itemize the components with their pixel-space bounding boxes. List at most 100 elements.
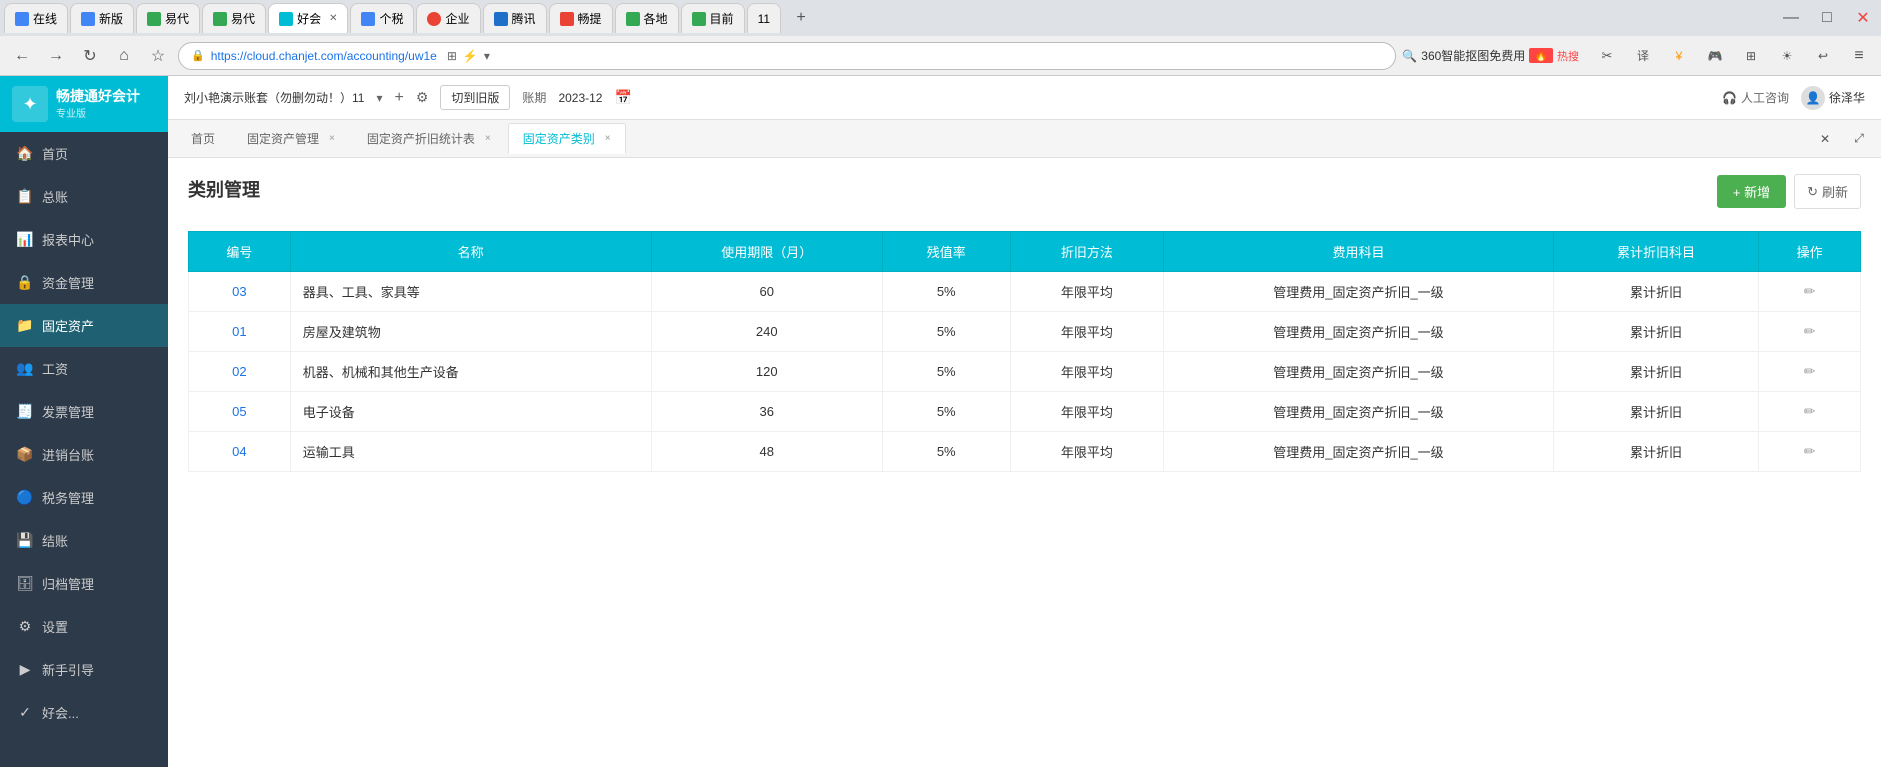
guide-icon: ▶ <box>16 661 34 679</box>
url-expand-icon[interactable]: ▾ <box>484 49 490 63</box>
reports-icon: 📊 <box>16 231 34 249</box>
game-button[interactable]: 🎮 <box>1701 42 1729 70</box>
sidebar-item-settings[interactable]: ⚙ 设置 <box>0 605 168 648</box>
back-button[interactable]: ← <box>8 42 36 70</box>
cell-rate-4: 5% <box>882 432 1010 472</box>
new-tab-button[interactable]: + <box>787 4 815 32</box>
tab-home[interactable]: 首页 <box>176 123 230 154</box>
tab-fixed-asset-mgmt[interactable]: 固定资产管理 × <box>232 123 350 154</box>
cell-action-3: ✏ <box>1759 392 1861 432</box>
archive-icon: 🗄 <box>16 575 34 593</box>
sidebar-item-inventory[interactable]: 📦 进销台账 <box>0 433 168 476</box>
dropdown-icon[interactable]: ▾ <box>376 91 382 105</box>
payroll-icon: 👥 <box>16 360 34 378</box>
panel-close-button[interactable]: ✕ <box>1811 125 1839 153</box>
headset-icon: 🎧 <box>1722 91 1737 105</box>
panel-expand-button[interactable]: ⤢ <box>1845 125 1873 153</box>
cell-method-0: 年限平均 <box>1010 272 1164 312</box>
sidebar-item-invoice[interactable]: 🧾 发票管理 <box>0 390 168 433</box>
close-window-button[interactable]: ✕ <box>1849 4 1877 32</box>
tab-close-asset-category[interactable]: × <box>605 133 611 144</box>
settings-gear-icon[interactable]: ⚙ <box>416 89 429 106</box>
browser-tab-9[interactable]: 各地 <box>615 3 679 33</box>
inventory-icon: 📦 <box>16 446 34 464</box>
home-button[interactable]: ⌂ <box>110 42 138 70</box>
scissors-button[interactable]: ✂ <box>1593 42 1621 70</box>
cell-expense-1: 管理费用_固定资产折旧_一级 <box>1164 312 1554 352</box>
add-button[interactable]: + 新增 <box>1717 175 1786 208</box>
minimize-button[interactable]: — <box>1777 4 1805 32</box>
translate-button[interactable]: 译 <box>1629 42 1657 70</box>
edit-icon-3[interactable]: ✏ <box>1804 403 1816 419</box>
user-avatar[interactable]: 👤 徐泽华 <box>1801 86 1865 110</box>
sidebar-label-payroll: 工资 <box>42 359 68 378</box>
url-text: https://cloud.chanjet.com/accounting/uw1… <box>211 49 437 63</box>
undo-button[interactable]: ↩ <box>1809 42 1837 70</box>
search-area[interactable]: 🔍 360智能抠图免费用 🔥 热搜 <box>1402 47 1579 64</box>
tab-depreciation-table[interactable]: 固定资产折旧统计表 × <box>352 123 506 154</box>
sidebar-item-other[interactable]: ✓ 好会... <box>0 691 168 734</box>
cell-accum-0: 累计折旧 <box>1553 272 1758 312</box>
tab-close-fixed-asset-mgmt[interactable]: × <box>329 133 335 144</box>
cell-name-3: 电子设备 <box>290 392 651 432</box>
sidebar-item-funds[interactable]: 🔒 资金管理 <box>0 261 168 304</box>
browser-tab-4[interactable]: 好会 ✕ <box>268 3 348 33</box>
browser-tab-2[interactable]: 易代 <box>136 3 200 33</box>
sidebar-label-guide: 新手引导 <box>42 660 94 679</box>
cell-expense-2: 管理费用_固定资产折旧_一级 <box>1164 352 1554 392</box>
hot-search-badge: 🔥 <box>1529 48 1553 63</box>
logo-text-block: 畅捷通好会计 专业版 <box>56 88 140 120</box>
cell-code-3: 05 <box>189 392 291 432</box>
sidebar-item-payroll[interactable]: 👥 工资 <box>0 347 168 390</box>
support-link[interactable]: 🎧 人工咨询 <box>1722 89 1789 106</box>
wallet-button[interactable]: ¥ <box>1665 42 1693 70</box>
cell-name-2: 机器、机械和其他生产设备 <box>290 352 651 392</box>
grid-button[interactable]: ⊞ <box>1737 42 1765 70</box>
app-wrapper: ✦ 畅捷通好会计 专业版 🏠 首页 📋 总账 📊 报表中心 🔒 资金管理 <box>0 76 1881 767</box>
sidebar-item-reports[interactable]: 📊 报表中心 <box>0 218 168 261</box>
url-dropdown-icon[interactable]: ⊞ <box>447 49 457 63</box>
sidebar-item-guide[interactable]: ▶ 新手引导 <box>0 648 168 691</box>
edit-icon-1[interactable]: ✏ <box>1804 323 1816 339</box>
period-value: 2023-12 <box>558 91 602 105</box>
tab-close-4[interactable]: ✕ <box>329 13 337 24</box>
sidebar-item-tax[interactable]: 🔵 税务管理 <box>0 476 168 519</box>
browser-tab-11[interactable]: 11 <box>747 3 781 33</box>
edit-icon-4[interactable]: ✏ <box>1804 443 1816 459</box>
table-row: 01 房屋及建筑物 240 5% 年限平均 管理费用_固定资产折旧_一级 累计折… <box>189 312 1861 352</box>
browser-tab-6[interactable]: 企业 <box>416 3 480 33</box>
maximize-button[interactable]: □ <box>1813 4 1841 32</box>
browser-tab-3[interactable]: 易代 <box>202 3 266 33</box>
invoice-icon: 🧾 <box>16 403 34 421</box>
tab-asset-category[interactable]: 固定资产类别 × <box>508 123 626 154</box>
bookmark-button[interactable]: ☆ <box>144 42 172 70</box>
edit-icon-2[interactable]: ✏ <box>1804 363 1816 379</box>
refresh-btn[interactable]: ↻ 刷新 <box>1794 174 1861 209</box>
sidebar-item-fixed-assets[interactable]: 📁 固定资产 <box>0 304 168 347</box>
browser-tab-7[interactable]: 腾讯 <box>483 3 547 33</box>
closing-icon: 💾 <box>16 532 34 550</box>
page-title: 类别管理 <box>188 176 260 202</box>
calendar-icon[interactable]: 📅 <box>614 89 631 106</box>
menu-button[interactable]: ≡ <box>1845 42 1873 70</box>
tab-close-depreciation-table[interactable]: × <box>485 133 491 144</box>
browser-tab-8[interactable]: 畅提 <box>549 3 613 33</box>
browser-tab-0[interactable]: 在线 <box>4 3 68 33</box>
refresh-button[interactable]: ↻ <box>76 42 104 70</box>
browser-tab-5[interactable]: 个税 <box>350 3 414 33</box>
sidebar-item-archive[interactable]: 🗄 归档管理 <box>0 562 168 605</box>
cell-rate-3: 5% <box>882 392 1010 432</box>
sidebar-item-closing[interactable]: 💾 结账 <box>0 519 168 562</box>
sidebar-item-home[interactable]: 🏠 首页 <box>0 132 168 175</box>
url-bar[interactable]: 🔒 https://cloud.chanjet.com/accounting/u… <box>178 42 1396 70</box>
edit-icon-0[interactable]: ✏ <box>1804 283 1816 299</box>
forward-button[interactable]: → <box>42 42 70 70</box>
browser-tab-1[interactable]: 新版 <box>70 3 134 33</box>
add-account-icon[interactable]: + <box>395 89 404 107</box>
switch-to-old-button[interactable]: 切到旧版 <box>440 85 510 110</box>
table-row: 03 器具、工具、家具等 60 5% 年限平均 管理费用_固定资产折旧_一级 累… <box>189 272 1861 312</box>
sidebar-logo: ✦ 畅捷通好会计 专业版 <box>0 76 168 132</box>
browser-tab-10[interactable]: 目前 <box>681 3 745 33</box>
brightness-button[interactable]: ☀ <box>1773 42 1801 70</box>
sidebar-item-ledger[interactable]: 📋 总账 <box>0 175 168 218</box>
